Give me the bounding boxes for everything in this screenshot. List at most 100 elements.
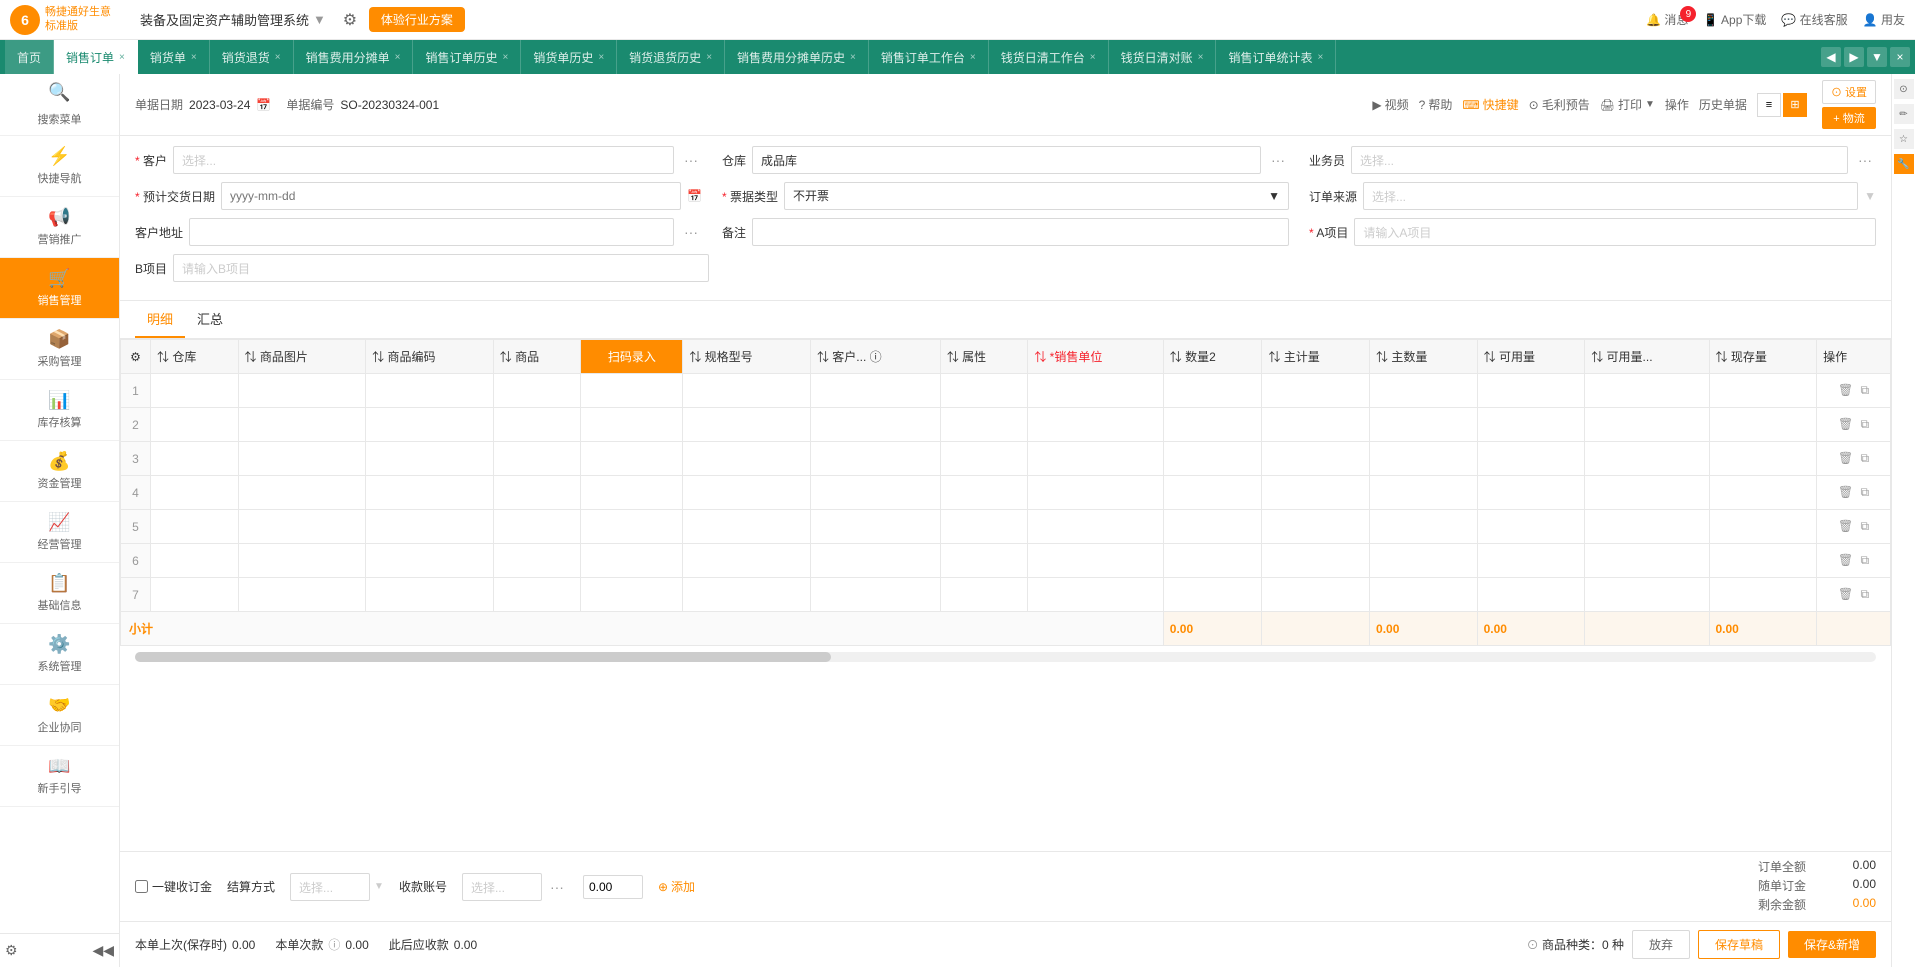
add-logistics-button[interactable]: + 物流	[1822, 107, 1876, 129]
col-attributes[interactable]: ⇅ 属性	[940, 340, 1028, 374]
row-6-op[interactable]: 🗑 ⧉	[1817, 544, 1891, 578]
row-5-copy-icon[interactable]: ⧉	[1861, 519, 1870, 533]
app-download-link[interactable]: 📱 App下载	[1703, 11, 1766, 28]
row-7-delete-icon[interactable]: 🗑	[1838, 587, 1853, 601]
settings-button[interactable]: ⊙ 设置	[1822, 80, 1876, 104]
sidebar-item-system[interactable]: ⚙️ 系统管理	[0, 624, 119, 685]
col-scan-input[interactable]: 扫码录入	[581, 340, 683, 374]
row-1-warehouse[interactable]	[151, 374, 239, 408]
tab-cash-workbench[interactable]: 钱货日清工作台 ×	[989, 40, 1109, 74]
row-2-warehouse[interactable]	[151, 408, 239, 442]
warehouse-input[interactable]: 成品库	[752, 146, 1261, 174]
profit-btn[interactable]: ⊙ 毛利预告	[1529, 96, 1590, 113]
row-1-code[interactable]	[366, 374, 494, 408]
deposit-amount-input[interactable]	[583, 875, 643, 899]
tab-home[interactable]: 首页	[5, 40, 54, 74]
row-1-customer[interactable]	[810, 374, 940, 408]
address-more-btn[interactable]: ···	[680, 224, 702, 240]
col-main-unit[interactable]: ⇅ 主计量	[1262, 340, 1370, 374]
row-2-copy-icon[interactable]: ⧉	[1861, 417, 1870, 431]
sidebar-item-finance[interactable]: 💰 资金管理	[0, 441, 119, 502]
tab-return-history[interactable]: 销货退货历史 ×	[617, 40, 725, 74]
help-btn[interactable]: ? 帮助	[1419, 96, 1453, 113]
row-1-stock[interactable]	[1709, 374, 1817, 408]
warehouse-more-btn[interactable]: ···	[1267, 152, 1289, 168]
row-1-product[interactable]	[493, 374, 581, 408]
col-customer-info[interactable]: ⇅ 客户... ⓘ	[810, 340, 940, 374]
col-available-qty2[interactable]: ⇅ 可用量...	[1585, 340, 1709, 374]
row-1-spec[interactable]	[683, 374, 811, 408]
calendar-icon[interactable]: 📅	[256, 98, 271, 112]
shortcut-btn[interactable]: ⌨ 快捷键	[1462, 96, 1518, 113]
settings-gear-button[interactable]: ⚙	[336, 6, 364, 34]
save-new-button[interactable]: 保存&新增	[1788, 931, 1876, 958]
sidebar-collapse-button[interactable]: ◀◀	[92, 942, 114, 959]
tab-detail[interactable]: 明细	[135, 301, 185, 338]
row-1-image[interactable]	[238, 374, 366, 408]
operate-btn[interactable]: 操作	[1665, 96, 1689, 113]
row-6-copy-icon[interactable]: ⧉	[1861, 553, 1870, 567]
account-select[interactable]: 选择...	[462, 873, 542, 901]
note-input[interactable]	[752, 218, 1289, 246]
row-1-main-qty[interactable]	[1370, 374, 1478, 408]
tab-order-stats[interactable]: 销售订单统计表 ×	[1216, 40, 1336, 74]
save-draft-button[interactable]: 保存草稿	[1698, 930, 1780, 959]
customer-address-input[interactable]	[189, 218, 674, 246]
sidebar-item-inventory[interactable]: 📊 库存核算	[0, 380, 119, 441]
one-click-checkbox-input[interactable]	[135, 880, 148, 893]
staff-input[interactable]: 选择...	[1351, 146, 1848, 174]
a-project-input[interactable]: 请输入A项目	[1354, 218, 1876, 246]
view-video-btn[interactable]: ▶ 视频	[1372, 96, 1408, 113]
tab-prev-button[interactable]: ◀	[1821, 47, 1841, 67]
tab-expense-history[interactable]: 销售费用分摊单历史 ×	[725, 40, 869, 74]
col-product[interactable]: ⇅ 商品	[493, 340, 581, 374]
row-1-main-unit[interactable]	[1262, 374, 1370, 408]
delivery-calendar-icon[interactable]: 📅	[687, 189, 702, 203]
row-7-copy-icon[interactable]: ⧉	[1861, 587, 1870, 601]
row-4-op[interactable]: 🗑 ⧉	[1817, 476, 1891, 510]
col-qty2[interactable]: ⇅ 数量2	[1163, 340, 1262, 374]
solution-button[interactable]: 体验行业方案	[369, 7, 465, 32]
tab-menu-button[interactable]: ▼	[1867, 47, 1887, 67]
row-1-op[interactable]: 🗑 ⧉	[1817, 374, 1891, 408]
sidebar-item-search[interactable]: 🔍 搜索菜单	[0, 74, 119, 136]
notification-bell[interactable]: 🔔 9 消息	[1646, 11, 1688, 28]
online-support-link[interactable]: 💬 在线客服	[1781, 11, 1847, 28]
row-1-avail2[interactable]	[1585, 374, 1709, 408]
row-1-attr[interactable]	[940, 374, 1028, 408]
row-3-delete-icon[interactable]: 🗑	[1838, 451, 1853, 465]
row-7-op[interactable]: 🗑 ⧉	[1817, 578, 1891, 612]
tab-sales-invoice[interactable]: 销货单 ×	[138, 40, 210, 74]
row-1-copy-icon[interactable]: ⧉	[1861, 383, 1870, 397]
customer-more-btn[interactable]: ···	[680, 152, 702, 168]
payment-method-select[interactable]: 选择...	[290, 873, 370, 901]
row-3-op[interactable]: 🗑 ⧉	[1817, 442, 1891, 476]
tab-cash-reconcile[interactable]: 钱货日清对账 ×	[1109, 40, 1217, 74]
col-product-code[interactable]: ⇅ 商品编码	[366, 340, 494, 374]
sidebar-item-quick-nav[interactable]: ⚡ 快捷导航	[0, 136, 119, 197]
float-panel-btn-2[interactable]: ✏	[1894, 104, 1914, 124]
row-6-delete-icon[interactable]: 🗑	[1838, 553, 1853, 567]
col-settings[interactable]: ⚙	[121, 340, 151, 374]
sidebar-item-purchase[interactable]: 📦 采购管理	[0, 319, 119, 380]
tab-summary[interactable]: 汇总	[185, 301, 235, 338]
col-product-image[interactable]: ⇅ 商品图片	[238, 340, 366, 374]
row-3-copy-icon[interactable]: ⧉	[1861, 451, 1870, 465]
tab-close-all-button[interactable]: ×	[1890, 47, 1910, 67]
row-1-unit[interactable]	[1028, 374, 1163, 408]
row-4-copy-icon[interactable]: ⧉	[1861, 485, 1870, 499]
row-1-delete-icon[interactable]: 🗑	[1838, 383, 1853, 397]
row-1-scan[interactable]	[581, 374, 683, 408]
tab-sales-order-history[interactable]: 销售订单历史 ×	[413, 40, 521, 74]
row-2-op[interactable]: 🗑 ⧉	[1817, 408, 1891, 442]
tab-sales-order[interactable]: 销售订单 ×	[54, 40, 138, 74]
row-1-avail[interactable]	[1477, 374, 1585, 408]
col-spec[interactable]: ⇅ 规格型号	[683, 340, 811, 374]
row-5-op[interactable]: 🗑 ⧉	[1817, 510, 1891, 544]
sidebar-item-marketing[interactable]: 📢 营销推广	[0, 197, 119, 258]
col-sales-unit[interactable]: ⇅ *销售单位	[1028, 340, 1163, 374]
col-stock[interactable]: ⇅ 现存量	[1709, 340, 1817, 374]
order-source-input[interactable]: 选择...	[1363, 182, 1858, 210]
discard-button[interactable]: 放弃	[1632, 930, 1690, 959]
row-5-delete-icon[interactable]: 🗑	[1838, 519, 1853, 533]
